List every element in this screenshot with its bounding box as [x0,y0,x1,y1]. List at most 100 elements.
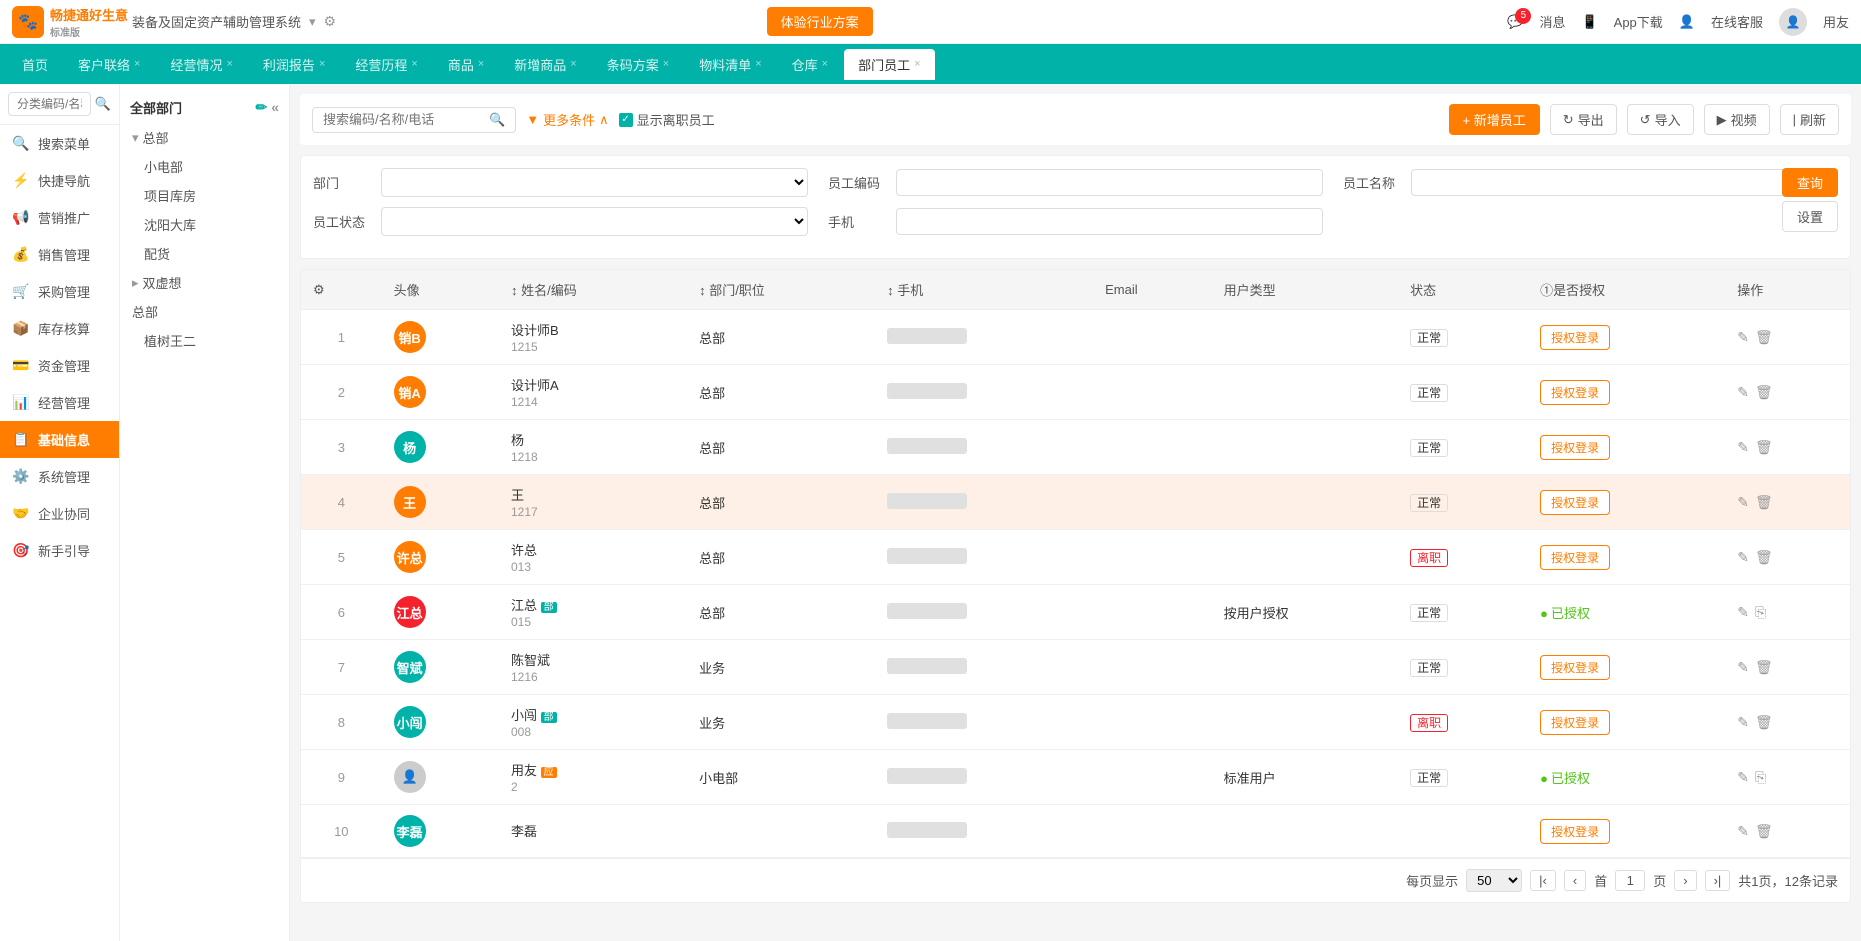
edit-row-icon[interactable]: ✎ [1737,659,1749,676]
edit-row-icon[interactable]: ✎ [1737,714,1749,731]
sidebar-item-nav[interactable]: ⚡ 快捷导航 [0,162,119,199]
delete-row-icon[interactable]: 🗑 [1755,549,1773,566]
auth-button[interactable]: 授权登录 [1540,435,1610,460]
sidebar-item-finance[interactable]: 💳 资金管理 [0,347,119,384]
tab-employees[interactable]: 部门员工 × [844,49,934,80]
tab-home[interactable]: 首页 [8,49,62,80]
edit-row-icon[interactable]: ✎ [1737,384,1749,401]
edit-row-icon[interactable]: ✎ [1737,823,1749,840]
sidebar-item-collab[interactable]: 🤝 企业协同 [0,495,119,532]
tab-profit[interactable]: 利润报告 × [249,49,339,80]
tab-goods[interactable]: 商品 × [434,49,498,80]
dept-select[interactable] [381,168,808,197]
app-download-label[interactable]: App下载 [1614,12,1663,31]
close-icon[interactable]: × [226,58,232,70]
sidebar-item-business[interactable]: 📊 经营管理 [0,384,119,421]
trial-button[interactable]: 体验行业方案 [767,7,873,36]
export-button[interactable]: ↻ 导出 [1550,104,1617,135]
delete-row-icon[interactable]: 🗑 [1755,714,1773,731]
query-button[interactable]: 查询 [1782,168,1838,197]
app-download-icon[interactable]: 📱 [1581,14,1597,30]
online-support-label[interactable]: 在线客服 [1711,12,1763,31]
auth-button[interactable]: 授权登录 [1540,380,1610,405]
employee-status-select[interactable] [381,207,808,236]
close-icon[interactable]: × [822,58,828,70]
close-icon[interactable]: × [663,58,669,70]
tab-operation[interactable]: 经营情况 × [156,49,246,80]
edit-row-icon[interactable]: ✎ [1737,329,1749,346]
dept-item-double[interactable]: ▸ 双虚想 [120,268,289,297]
system-dropdown-icon[interactable]: ▾ [309,14,316,30]
sidebar-item-basic[interactable]: 📋 基础信息 [0,421,119,458]
close-icon[interactable]: × [134,58,140,70]
sidebar-item-inventory[interactable]: 📦 库存核算 [0,310,119,347]
last-page-btn[interactable]: ›| [1705,870,1731,891]
set-button[interactable]: 设置 [1782,201,1838,232]
sidebar-item-search[interactable]: 🔍 搜索菜单 [0,125,119,162]
prev-page-btn[interactable]: ‹ [1564,870,1586,891]
phone-input[interactable] [896,208,1323,235]
dept-item-project[interactable]: 项目库房 [120,181,289,210]
delete-row-icon[interactable]: 🗑 [1755,384,1773,401]
view-button[interactable]: ▶ 视频 [1704,104,1770,135]
dept-item-delivery[interactable]: 配货 [120,239,289,268]
close-icon[interactable]: × [411,58,417,70]
sidebar-item-guide[interactable]: 🎯 新手引导 [0,532,119,569]
next-page-btn[interactable]: › [1674,870,1696,891]
sidebar-item-purchase[interactable]: 🛒 采购管理 [0,273,119,310]
sidebar-search-icon[interactable]: 🔍 [95,96,111,112]
copy-row-icon[interactable]: ⎘ [1755,604,1766,621]
col-dept[interactable]: ↕ 部门/职位 [687,270,875,310]
add-employee-button[interactable]: + 新增员工 [1449,104,1540,135]
edit-row-icon[interactable]: ✎ [1737,769,1749,786]
edit-row-icon[interactable]: ✎ [1737,494,1749,511]
sidebar-search-input[interactable] [8,92,91,116]
edit-row-icon[interactable]: ✎ [1737,604,1749,621]
search-icon[interactable]: 🔍 [489,112,505,128]
tab-add-goods[interactable]: 新增商品 × [500,49,590,80]
close-icon[interactable]: × [914,58,920,70]
page-size-select[interactable]: 50 20 100 [1466,869,1522,892]
auth-button[interactable]: 授权登录 [1540,545,1610,570]
employee-name-input[interactable] [1411,169,1838,196]
close-icon[interactable]: × [755,58,761,70]
employee-code-input[interactable] [896,169,1323,196]
more-conditions-btn[interactable]: ▼ 更多条件 ∧ [526,110,608,129]
delete-row-icon[interactable]: 🗑 [1755,439,1773,456]
message-icon[interactable]: 💬 5 [1507,14,1523,30]
edit-button[interactable]: | 刷新 [1780,104,1839,135]
dept-item-shenyang[interactable]: 沈阳大库 [120,210,289,239]
delete-row-icon[interactable]: 🗑 [1755,494,1773,511]
sidebar-item-marketing[interactable]: 📢 营销推广 [0,199,119,236]
tab-bom[interactable]: 物料清单 × [685,49,775,80]
close-icon[interactable]: × [570,58,576,70]
auth-button[interactable]: 授权登录 [1540,819,1610,844]
tab-history[interactable]: 经营历程 × [341,49,431,80]
auth-button[interactable]: 授权登录 [1540,490,1610,515]
online-support-icon[interactable]: 👤 [1679,14,1695,30]
dept-item-electronics[interactable]: 小电部 [120,152,289,181]
search-input[interactable] [323,112,483,127]
import-button[interactable]: ↺ 导入 [1627,104,1694,135]
delete-row-icon[interactable]: 🗑 [1755,823,1773,840]
close-icon[interactable]: × [319,58,325,70]
col-settings[interactable]: ⚙ [301,270,382,310]
dept-collapse-icon[interactable]: « [271,99,279,116]
dept-edit-icon[interactable]: ✏ [255,99,267,116]
auth-button[interactable]: 授权登录 [1540,710,1610,735]
delete-row-icon[interactable]: 🗑 [1755,659,1773,676]
edit-row-icon[interactable]: ✎ [1737,439,1749,456]
user-avatar[interactable]: 👤 [1779,8,1807,36]
col-name[interactable]: ↕ 姓名/编码 [499,270,687,310]
auth-button[interactable]: 授权登录 [1540,325,1610,350]
dept-item-plant[interactable]: 植树王二 [120,326,289,355]
show-resigned-checkbox[interactable]: ✓ 显示离职员工 [619,110,715,129]
tab-barcode[interactable]: 条码方案 × [593,49,683,80]
auth-button[interactable]: 授权登录 [1540,655,1610,680]
tab-warehouse[interactable]: 仓库 × [778,49,842,80]
dept-item-hq2[interactable]: 总部 [120,297,289,326]
delete-row-icon[interactable]: 🗑 [1755,329,1773,346]
dept-item-headquarters-root[interactable]: ▾ 总部 [120,123,289,152]
settings-icon[interactable]: ⚙ [324,13,337,30]
sidebar-item-sales[interactable]: 💰 销售管理 [0,236,119,273]
